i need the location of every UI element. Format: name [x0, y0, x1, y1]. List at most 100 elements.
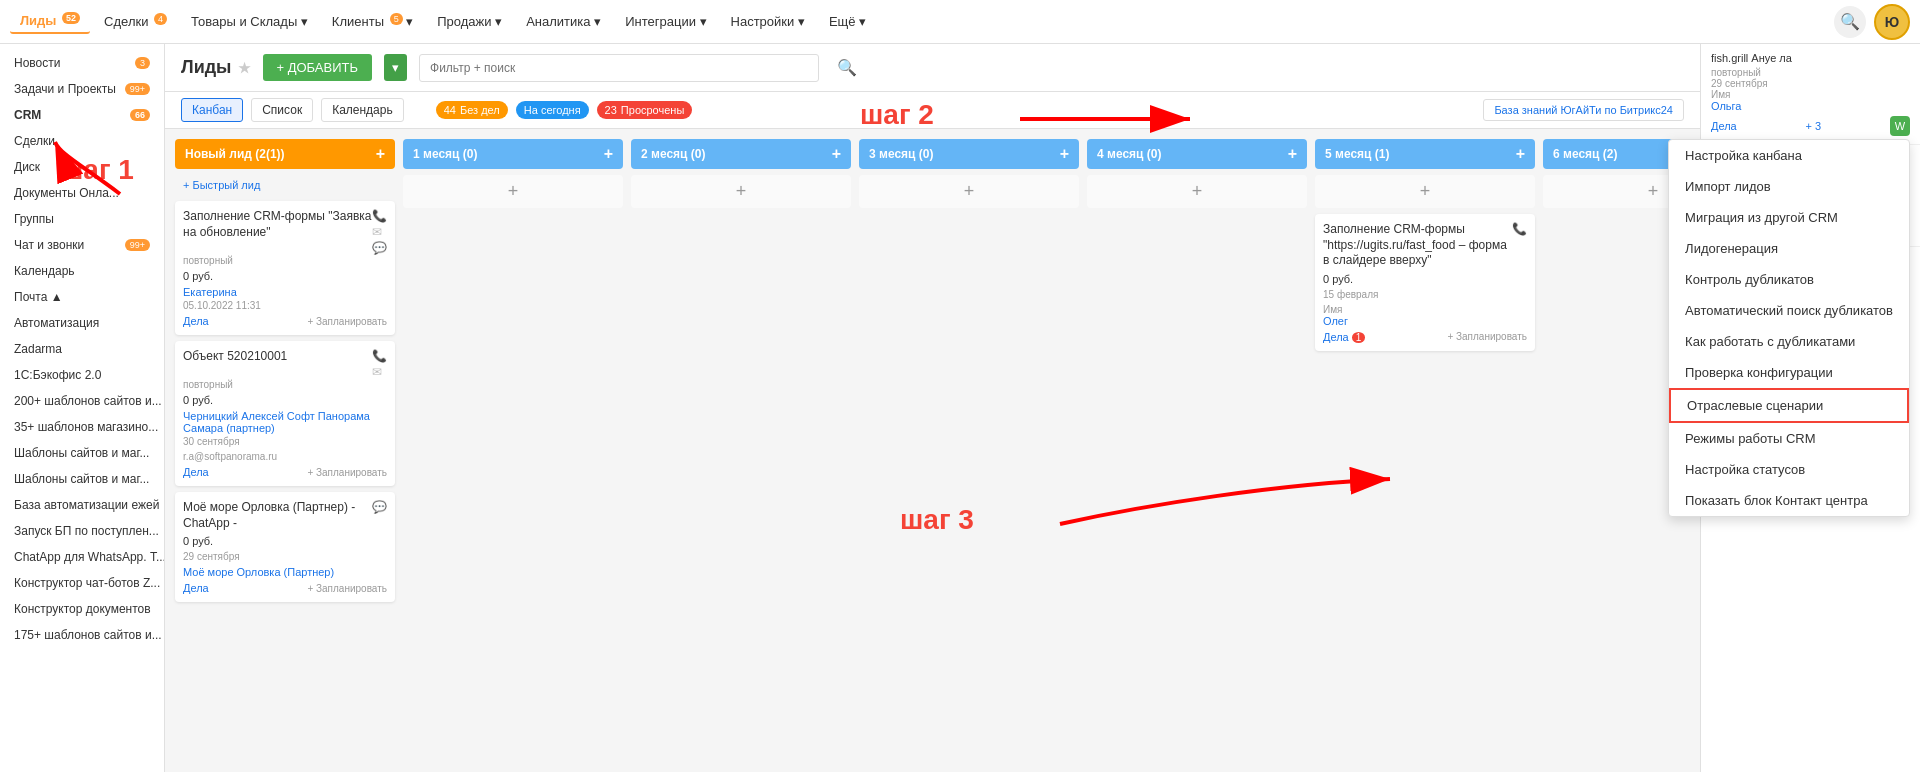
- dropdown-item-duplicates[interactable]: Контроль дубликатов: [1669, 264, 1909, 295]
- right-card-contact[interactable]: Ольга: [1711, 100, 1910, 112]
- comment-icon[interactable]: 💬: [372, 241, 387, 255]
- phone-icon[interactable]: 📞: [1512, 222, 1527, 273]
- kanban-add-btn-3month[interactable]: +: [859, 175, 1079, 208]
- sidebar-item-chatbot[interactable]: Конструктор чат-ботов Z...: [0, 570, 164, 596]
- right-panel-card[interactable]: fish.grill Ануе ла повторный 29 сентября…: [1701, 44, 1920, 145]
- sidebar-item-site-templates1[interactable]: Шаблоны сайтов и маг...: [0, 440, 164, 466]
- card-plan[interactable]: + Запланировать: [307, 316, 387, 327]
- nav-deals[interactable]: Сделки 4: [94, 10, 177, 33]
- card-deals[interactable]: Дела 1: [1323, 331, 1365, 343]
- kanban-col-header-3month: 3 месяц (0) +: [859, 139, 1079, 169]
- filter-no-deals[interactable]: 44 Без дел: [436, 101, 508, 119]
- filter-today[interactable]: На сегодня: [516, 101, 589, 119]
- dropdown-item-contact-center[interactable]: Показать блок Контакт центра: [1669, 485, 1909, 516]
- kanban-add-btn-1month[interactable]: +: [403, 175, 623, 208]
- dropdown-item-kanban-settings[interactable]: Настройка канбана: [1669, 140, 1909, 171]
- dropdown-item-crm-modes[interactable]: Режимы работы CRM: [1669, 423, 1909, 454]
- kanban-col-header-4month: 4 месяц (0) +: [1087, 139, 1307, 169]
- card-deals[interactable]: Дела: [183, 315, 209, 327]
- add-button-dropdown[interactable]: ▾: [384, 54, 407, 81]
- knowledge-base-button[interactable]: База знаний ЮгАйТи по Битрикс24: [1483, 99, 1684, 121]
- right-card-deal-plus[interactable]: + 3: [1806, 120, 1822, 132]
- kanban-card[interactable]: Заполнение CRM-формы "Заявка на обновлен…: [175, 201, 395, 335]
- email-icon[interactable]: ✉: [372, 365, 387, 379]
- dropdown-item-migration[interactable]: Миграция из другой CRM: [1669, 202, 1909, 233]
- card-title: Объект 520210001: [183, 349, 287, 375]
- card-price: 0 руб.: [183, 535, 387, 547]
- sidebar-item-35templates[interactable]: 35+ шаблонов магазино...: [0, 414, 164, 440]
- kanban-card[interactable]: Объект 520210001 📞 ✉ повторный 0 руб. Че…: [175, 341, 395, 486]
- card-contact[interactable]: Черницкий Алексей Софт Панорама Самара (…: [183, 410, 387, 434]
- kanban-column-new-lead: Новый лид (2(1)) + + Быстрый лид Заполне…: [175, 139, 395, 762]
- search-icon[interactable]: 🔍: [831, 52, 863, 83]
- kanban-column-4month: 4 месяц (0) + +: [1087, 139, 1307, 762]
- nav-integrations[interactable]: Интеграции ▾: [615, 10, 716, 33]
- sidebar-item-calendar[interactable]: Календарь: [0, 258, 164, 284]
- card-contact[interactable]: Моё море Орловка (Партнер): [183, 566, 387, 578]
- sidebar-item-site-templates2[interactable]: Шаблоны сайтов и маг...: [0, 466, 164, 492]
- sidebar-item-200templates[interactable]: 200+ шаблонов сайтов и...: [0, 388, 164, 414]
- card-deals[interactable]: Дела: [183, 466, 209, 478]
- nav-more[interactable]: Ещё ▾: [819, 10, 876, 33]
- nav-leads[interactable]: Лиды 52: [10, 9, 90, 34]
- sidebar-item-chatapp[interactable]: ChatApp для WhatsApp. Т...: [0, 544, 164, 570]
- quick-add-lead[interactable]: + Быстрый лид: [175, 175, 395, 195]
- kanban-add-btn-2month[interactable]: +: [631, 175, 851, 208]
- dropdown-item-auto-duplicates[interactable]: Автоматический поиск дубликатов: [1669, 295, 1909, 326]
- sidebar-item-1c[interactable]: 1С:Бэкофис 2.0: [0, 362, 164, 388]
- main-layout: Новости 3 Задачи и Проекты 99+ CRM 66 Сд…: [0, 44, 1920, 772]
- sidebar-item-zadarma[interactable]: Zadarma: [0, 336, 164, 362]
- nav-products[interactable]: Товары и Склады ▾: [181, 10, 318, 33]
- dropdown-item-work-duplicates[interactable]: Как работать с дубликатами: [1669, 326, 1909, 357]
- right-card-deals[interactable]: Дела: [1711, 120, 1737, 132]
- comment-icon[interactable]: 💬: [372, 500, 387, 535]
- card-plan[interactable]: + Запланировать: [307, 467, 387, 478]
- sidebar-item-chat[interactable]: Чат и звонки 99+: [0, 232, 164, 258]
- sidebar-item-doc-constructor[interactable]: Конструктор документов: [0, 596, 164, 622]
- kanban-add-btn-4month[interactable]: +: [1087, 175, 1307, 208]
- dropdown-item-industry-scenarios[interactable]: Отраслевые сценарии: [1669, 388, 1909, 423]
- view-kanban-button[interactable]: Канбан: [181, 98, 243, 122]
- add-button[interactable]: + ДОБАВИТЬ: [263, 54, 373, 81]
- email-icon[interactable]: ✉: [372, 225, 387, 239]
- card-deals[interactable]: Дела: [183, 582, 209, 594]
- card-plan[interactable]: + Запланировать: [1447, 331, 1527, 342]
- sidebar-item-automation[interactable]: Автоматизация: [0, 310, 164, 336]
- view-list-button[interactable]: Список: [251, 98, 313, 122]
- filter-overdue[interactable]: 23 Просрочены: [597, 101, 693, 119]
- nav-clients[interactable]: Клиенты 5 ▾: [322, 10, 423, 33]
- sidebar-item-disk[interactable]: Диск: [0, 154, 164, 180]
- sidebar-item-deals[interactable]: Сделки: [0, 128, 164, 154]
- kanban-card[interactable]: Заполнение CRM-формы "https://ugits.ru/f…: [1315, 214, 1535, 351]
- nav-settings[interactable]: Настройки ▾: [721, 10, 815, 33]
- sidebar-item-mail[interactable]: Почта ▲: [0, 284, 164, 310]
- filter-search-input[interactable]: [419, 54, 819, 82]
- sidebar-item-bp-launch[interactable]: Запуск БП по поступлен...: [0, 518, 164, 544]
- avatar-button[interactable]: Ю: [1874, 4, 1910, 40]
- sidebar-item-crm[interactable]: CRM 66: [0, 102, 164, 128]
- sidebar-item-news[interactable]: Новости 3: [0, 50, 164, 76]
- sidebar-item-groups[interactable]: Группы: [0, 206, 164, 232]
- phone-icon[interactable]: 📞: [372, 209, 387, 223]
- kanban-add-btn-5month[interactable]: +: [1315, 175, 1535, 208]
- star-icon[interactable]: ★: [238, 60, 251, 76]
- card-footer: Дела + Запланировать: [183, 466, 387, 478]
- sidebar-item-175templates[interactable]: 175+ шаблонов сайтов и...: [0, 622, 164, 648]
- card-contact[interactable]: Олег: [1323, 315, 1527, 327]
- sidebar-item-auto-base[interactable]: База автоматизации ежей: [0, 492, 164, 518]
- phone-icon[interactable]: 📞: [372, 349, 387, 363]
- kanban-card[interactable]: Моё море Орловка (Партнер) - ChatApp - 💬…: [175, 492, 395, 602]
- nav-sales[interactable]: Продажи ▾: [427, 10, 512, 33]
- search-icon-btn[interactable]: 🔍: [1834, 6, 1866, 38]
- dropdown-item-lead-gen[interactable]: Лидогенерация: [1669, 233, 1909, 264]
- view-calendar-button[interactable]: Календарь: [321, 98, 404, 122]
- sidebar-item-tasks[interactable]: Задачи и Проекты 99+: [0, 76, 164, 102]
- dropdown-item-status-settings[interactable]: Настройка статусов: [1669, 454, 1909, 485]
- dropdown-item-import-leads[interactable]: Импорт лидов: [1669, 171, 1909, 202]
- sidebar-item-docs[interactable]: Документы Онла...: [0, 180, 164, 206]
- nav-analytics[interactable]: Аналитика ▾: [516, 10, 611, 33]
- social-icon-green[interactable]: W: [1890, 116, 1910, 136]
- card-contact[interactable]: Екатерина: [183, 286, 387, 298]
- dropdown-item-config-check[interactable]: Проверка конфигурации: [1669, 357, 1909, 388]
- card-plan[interactable]: + Запланировать: [307, 583, 387, 594]
